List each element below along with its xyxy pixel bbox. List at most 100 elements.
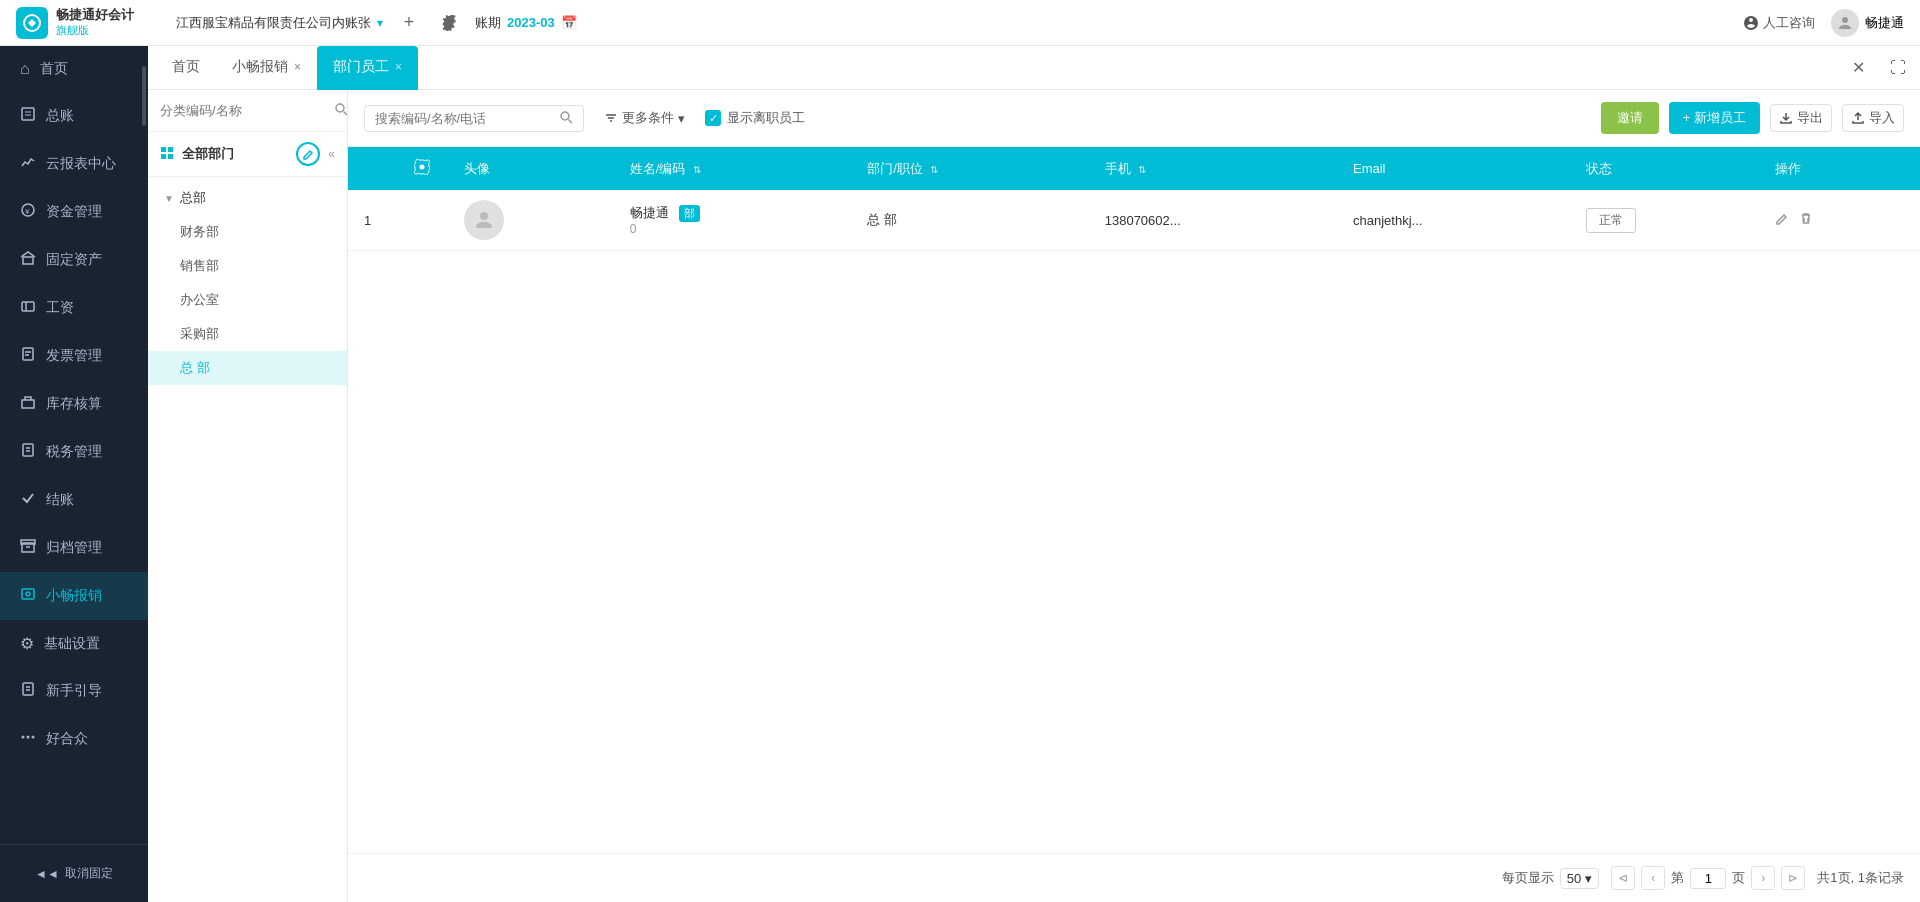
svg-point-27 bbox=[336, 104, 344, 112]
col-avatar: 头像 bbox=[448, 147, 614, 190]
svg-text:¥: ¥ bbox=[24, 207, 30, 216]
sidebar-item-funds[interactable]: ¥ 资金管理 bbox=[0, 188, 148, 236]
all-dept-label: 全部部门 bbox=[182, 145, 288, 163]
dept-item-general[interactable]: 总 部 bbox=[148, 351, 347, 385]
sidebar-item-reports[interactable]: 云报表中心 bbox=[0, 140, 148, 188]
sidebar-item-home[interactable]: ⌂ 首页 bbox=[0, 46, 148, 92]
sidebar-item-basic-settings[interactable]: ⚙ 基础设置 bbox=[0, 620, 148, 667]
employee-avatar bbox=[464, 200, 504, 240]
page-last-button[interactable]: ⊳ bbox=[1781, 866, 1805, 890]
filter-button[interactable]: 更多条件 ▾ bbox=[596, 105, 693, 131]
tab-close-button[interactable]: ✕ bbox=[1844, 54, 1872, 82]
svg-point-25 bbox=[27, 736, 30, 739]
sidebar-item-invoice[interactable]: 发票管理 bbox=[0, 332, 148, 380]
col-phone[interactable]: 手机 ⇅ bbox=[1089, 147, 1337, 190]
ai-consult-button[interactable]: 人工咨询 bbox=[1743, 14, 1815, 32]
dept-group-label: 总部 bbox=[180, 189, 206, 207]
basic-settings-icon: ⚙ bbox=[20, 634, 34, 653]
sidebar-label: 总账 bbox=[46, 107, 74, 125]
sidebar-item-tax[interactable]: 税务管理 bbox=[0, 428, 148, 476]
dept-header[interactable]: 全部部门 « bbox=[148, 132, 347, 177]
show-resigned-label: 显示离职员工 bbox=[727, 109, 805, 127]
tab-expense[interactable]: 小畅报销 × bbox=[216, 46, 317, 90]
dept-group-header-headquarter[interactable]: ▼ 总部 bbox=[148, 181, 347, 215]
page-size-select[interactable]: 50 ▾ bbox=[1560, 868, 1599, 889]
col-dept[interactable]: 部门/职位 ⇅ bbox=[851, 147, 1089, 190]
cancel-fixed-button[interactable]: ◄◄ 取消固定 bbox=[0, 855, 148, 892]
settings-button[interactable] bbox=[435, 9, 463, 37]
employee-search-input[interactable] bbox=[375, 111, 553, 126]
add-tab-button[interactable]: + bbox=[395, 9, 423, 37]
page-total-info: 共1页, 1条记录 bbox=[1817, 869, 1904, 887]
tab-dept-label: 部门员工 bbox=[333, 58, 389, 76]
sidebar-label: 工资 bbox=[46, 299, 74, 317]
row-dept-cell: 总 部 bbox=[851, 190, 1089, 251]
tabs-right-actions: ✕ ⛶ bbox=[1844, 54, 1912, 82]
col-actions: 操作 bbox=[1759, 147, 1920, 190]
pagination: 每页显示 50 ▾ ⊲ ‹ 第 页 › ⊳ bbox=[348, 853, 1920, 902]
resigned-checkbox[interactable]: ✓ bbox=[705, 110, 721, 126]
header-actions: 人工咨询 畅捷通 bbox=[1743, 9, 1904, 37]
dept-item-purchase[interactable]: 采购部 bbox=[148, 317, 347, 351]
tab-dept-close-icon[interactable]: × bbox=[395, 60, 402, 74]
delete-employee-button[interactable] bbox=[1799, 212, 1813, 229]
page-next-button[interactable]: › bbox=[1751, 866, 1775, 890]
page-navigation: ⊲ ‹ 第 页 › ⊳ bbox=[1611, 866, 1805, 890]
svg-point-38 bbox=[420, 165, 425, 170]
add-employee-button[interactable]: + 新增员工 bbox=[1669, 102, 1760, 134]
guide-icon bbox=[20, 681, 36, 701]
tab-home[interactable]: 首页 bbox=[156, 46, 216, 90]
row-actions-cell bbox=[1759, 190, 1920, 251]
invite-button[interactable]: 邀请 bbox=[1601, 102, 1659, 134]
sidebar-item-archive[interactable]: 归档管理 bbox=[0, 524, 148, 572]
dept-search-icon[interactable] bbox=[334, 102, 348, 119]
employee-search-icon[interactable] bbox=[559, 110, 573, 127]
page-prev-button[interactable]: ‹ bbox=[1641, 866, 1665, 890]
dept-search-input[interactable] bbox=[160, 103, 328, 118]
funds-icon: ¥ bbox=[20, 202, 36, 222]
page-number-input[interactable] bbox=[1690, 868, 1726, 889]
tab-dept-employee[interactable]: 部门员工 × bbox=[317, 46, 418, 90]
sidebar-item-assets[interactable]: 固定资产 bbox=[0, 236, 148, 284]
tab-expand-button[interactable]: ⛶ bbox=[1884, 54, 1912, 82]
scroll-thumb bbox=[142, 66, 146, 126]
export-button[interactable]: 导出 bbox=[1770, 104, 1832, 132]
employee-table: 头像 姓名/编码 ⇅ 部门/职位 ⇅ 手机 ⇅ Emai bbox=[348, 147, 1920, 251]
row-phone-cell: 138070602... bbox=[1089, 190, 1337, 251]
dept-item-finance[interactable]: 财务部 bbox=[148, 215, 347, 249]
sidebar-item-more[interactable]: 好合众 bbox=[0, 715, 148, 763]
dept-panel: 全部部门 « ▼ 总部 财务部 bbox=[148, 90, 348, 902]
dept-item-office[interactable]: 办公室 bbox=[148, 283, 347, 317]
sidebar-item-expense[interactable]: 小畅报销 bbox=[0, 572, 148, 620]
sidebar-item-checkout[interactable]: 结账 bbox=[0, 476, 148, 524]
show-resigned-toggle[interactable]: ✓ 显示离职员工 bbox=[705, 109, 805, 127]
import-button[interactable]: 导入 bbox=[1842, 104, 1904, 132]
sidebar-item-guide[interactable]: 新手引导 bbox=[0, 667, 148, 715]
svg-rect-9 bbox=[23, 348, 33, 360]
user-area[interactable]: 畅捷通 bbox=[1831, 9, 1904, 37]
dept-edit-button[interactable] bbox=[296, 142, 320, 166]
sidebar-item-inventory[interactable]: 库存核算 bbox=[0, 380, 148, 428]
edit-employee-button[interactable] bbox=[1775, 212, 1789, 229]
svg-point-26 bbox=[32, 736, 35, 739]
company-selector[interactable]: 江西服宝精品有限责任公司内账张 ▾ bbox=[176, 14, 383, 32]
dept-item-sales[interactable]: 销售部 bbox=[148, 249, 347, 283]
col-settings[interactable] bbox=[398, 147, 448, 190]
calendar-icon[interactable]: 📅 bbox=[561, 15, 577, 30]
company-name: 江西服宝精品有限责任公司内账张 bbox=[176, 14, 371, 32]
col-name[interactable]: 姓名/编码 ⇅ bbox=[614, 147, 852, 190]
sidebar-bottom: ◄◄ 取消固定 bbox=[0, 844, 148, 902]
svg-rect-30 bbox=[168, 147, 173, 152]
import-label: 导入 bbox=[1869, 109, 1895, 127]
sidebar-label: 基础设置 bbox=[44, 635, 100, 653]
expense-icon bbox=[20, 586, 36, 606]
svg-rect-32 bbox=[168, 154, 173, 159]
sidebar-label: 新手引导 bbox=[46, 682, 102, 700]
page-first-button[interactable]: ⊲ bbox=[1611, 866, 1635, 890]
sidebar-item-salary[interactable]: 工资 bbox=[0, 284, 148, 332]
svg-rect-1 bbox=[22, 108, 34, 120]
employee-table-container: 头像 姓名/编码 ⇅ 部门/职位 ⇅ 手机 ⇅ Emai bbox=[348, 147, 1920, 853]
dept-collapse-button[interactable]: « bbox=[328, 147, 335, 161]
tab-expense-close-icon[interactable]: × bbox=[294, 60, 301, 74]
sidebar-item-ledger[interactable]: 总账 bbox=[0, 92, 148, 140]
